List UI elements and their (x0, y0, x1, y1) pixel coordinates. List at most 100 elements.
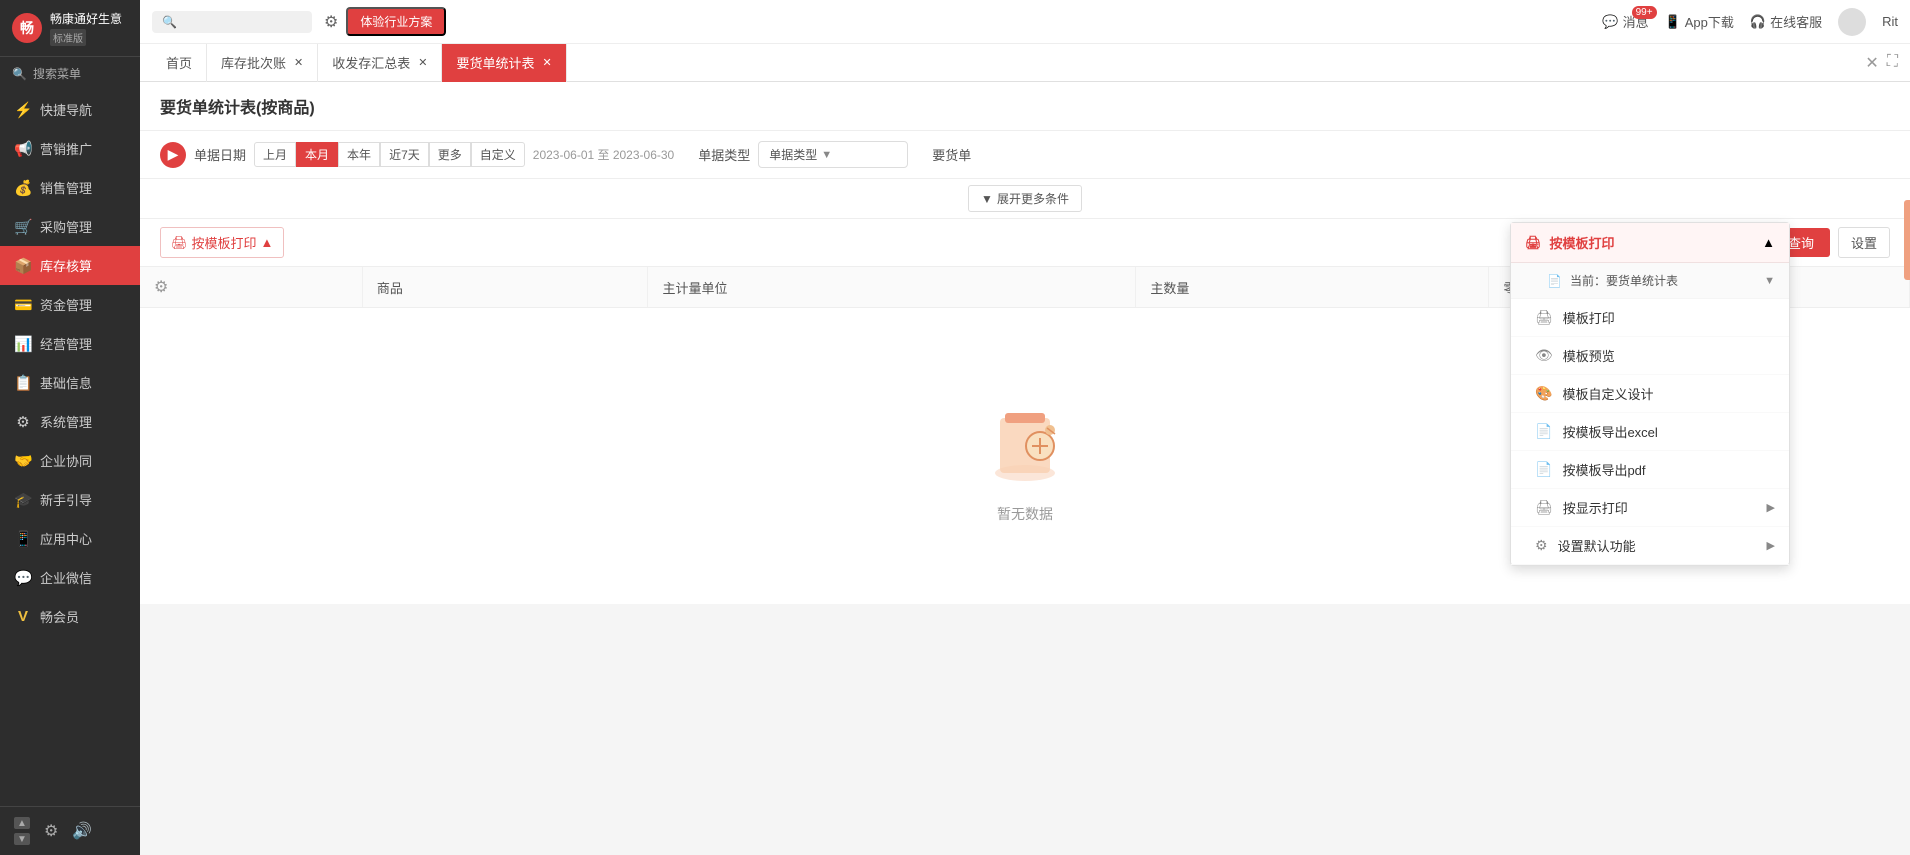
empty-text: 暂无数据 (997, 504, 1053, 524)
user-avatar[interactable] (1838, 8, 1866, 36)
date-prev-month[interactable]: 上月 (254, 142, 296, 167)
tab-batch-accounts-label: 库存批次账 (221, 53, 286, 72)
base-info-icon: 📋 (14, 374, 32, 392)
tab-order-summary-label: 要货单统计表 (456, 53, 534, 72)
topbar-settings-icon[interactable]: ⚙ (324, 12, 338, 32)
footer-settings-icon[interactable]: ⚙ (44, 821, 58, 841)
promo-button[interactable]: 体验行业方案 (346, 7, 446, 36)
template-custom-design-icon: 🎨 (1535, 385, 1552, 402)
print-button[interactable]: 🖨 按模板打印 ▲ (160, 227, 284, 258)
sidebar-item-finance[interactable]: 💳 资金管理 (0, 285, 140, 324)
sidebar-nav: ⚡ 快捷导航 📢 营销推广 💰 销售管理 🛒 采购管理 📦 库存核算 💳 资金管… (0, 90, 140, 806)
purchase-icon: 🛒 (14, 218, 32, 236)
topbar-search-box[interactable]: 🔍 (152, 11, 312, 33)
tab-receipt-summary[interactable]: 收发存汇总表 ✕ (318, 44, 442, 82)
tab-order-summary[interactable]: 要货单统计表 ✕ (442, 44, 566, 82)
dropdown-title: 按模板打印 (1550, 233, 1615, 252)
user-name[interactable]: Rit (1882, 14, 1898, 29)
app-download-button[interactable]: 📱 App下载 (1665, 12, 1734, 31)
sidebar-item-system[interactable]: ⚙ 系统管理 (0, 402, 140, 441)
expand-more-icon: ▼ (981, 192, 993, 206)
date-this-year[interactable]: 本年 (338, 142, 380, 167)
sidebar-item-base-info[interactable]: 📋 基础信息 (0, 363, 140, 402)
sidebar-item-label: 畅会员 (40, 607, 79, 626)
sidebar-footer: ▲ ▼ ⚙ 🔊 (0, 806, 140, 855)
template-custom-design-label: 模板自定义设计 (1562, 384, 1653, 403)
dropdown-header[interactable]: 🖨 按模板打印 ▲ (1511, 223, 1789, 263)
date-this-month[interactable]: 本月 (296, 142, 338, 167)
set-default-label: 设置默认功能 (1558, 536, 1636, 555)
table-settings-icon[interactable]: ⚙ (154, 279, 168, 296)
filter-expand-button[interactable]: ▶ (160, 142, 186, 168)
dropdown-template-custom-design[interactable]: 🎨 模板自定义设计 (1511, 375, 1789, 413)
inventory-icon: 📦 (14, 257, 32, 275)
date-buttons: 上月 本月 本年 近7天 更多 自定义 (254, 142, 525, 167)
dropdown-collapse-icon[interactable]: ▲ (1762, 235, 1775, 250)
tab-order-summary-close[interactable]: ✕ (543, 56, 552, 69)
date-more[interactable]: 更多 (429, 142, 471, 167)
message-icon: 💬 (1602, 14, 1618, 30)
scroll-down-arrow[interactable]: ▼ (14, 833, 30, 845)
sidebar-item-app-center[interactable]: 📱 应用中心 (0, 519, 140, 558)
sidebar: 畅 畅康通好生意 标准版 🔍 搜索菜单 ⚡ 快捷导航 📢 营销推广 💰 销售管理… (0, 0, 140, 855)
online-service-label: 在线客服 (1770, 12, 1822, 31)
scroll-up-arrow[interactable]: ▲ (14, 817, 30, 829)
resize-handle[interactable] (1904, 200, 1910, 280)
dropdown-set-default[interactable]: ⚙ 设置默认功能 ▶ (1511, 527, 1789, 565)
dropdown-display-print[interactable]: 🖨 按显示打印 ▶ (1511, 489, 1789, 527)
expand-more-label: 展开更多条件 (997, 190, 1069, 207)
date-custom[interactable]: 自定义 (471, 142, 525, 167)
sidebar-item-enterprise-wechat[interactable]: 💬 企业微信 (0, 558, 140, 597)
page-header: 要货单统计表(按商品) (140, 82, 1910, 131)
sidebar-item-sales[interactable]: 💰 销售管理 (0, 168, 140, 207)
sidebar-item-label: 销售管理 (40, 178, 92, 197)
sidebar-item-operation[interactable]: 📊 经营管理 (0, 324, 140, 363)
col-settings-header[interactable]: ⚙ (140, 267, 362, 308)
topbar: 🔍 ⚙ 体验行业方案 💬 消息 99+ 📱 App下载 🎧 在线客服 Rit (140, 0, 1910, 44)
dropdown-current-template[interactable]: 📄 当前：要货单统计表 ▼ (1511, 263, 1789, 299)
sidebar-item-inventory[interactable]: 📦 库存核算 (0, 246, 140, 285)
window-close-icon[interactable]: ✕ (1865, 53, 1878, 73)
footer-audio-icon[interactable]: 🔊 (72, 821, 92, 841)
settings-button[interactable]: 设置 (1838, 227, 1890, 258)
sidebar-item-label: 资金管理 (40, 295, 92, 314)
sidebar-item-label: 企业微信 (40, 568, 92, 587)
filter-bar: ▶ 单据日期 上月 本月 本年 近7天 更多 自定义 2023-06-01 至 … (140, 131, 1910, 179)
sidebar-item-newbie[interactable]: 🎓 新手引导 (0, 480, 140, 519)
display-print-label: 按显示打印 (1563, 498, 1628, 517)
topbar-right: 💬 消息 99+ 📱 App下载 🎧 在线客服 Rit (1602, 8, 1898, 36)
date-last-7-days[interactable]: 近7天 (380, 142, 429, 167)
sidebar-item-purchase[interactable]: 🛒 采购管理 (0, 207, 140, 246)
sidebar-item-vip[interactable]: V 畅会员 (0, 597, 140, 636)
online-service-button[interactable]: 🎧 在线客服 (1750, 12, 1822, 31)
sidebar-item-label: 库存核算 (40, 256, 92, 275)
tab-home[interactable]: 首页 (152, 44, 207, 82)
sidebar-item-cooperation[interactable]: 🤝 企业协同 (0, 441, 140, 480)
expand-more-button[interactable]: ▼ 展开更多条件 (968, 185, 1082, 212)
order-type-chevron: ▼ (821, 149, 832, 161)
newbie-icon: 🎓 (14, 491, 32, 509)
dropdown-template-export-excel[interactable]: 📄 按模板导出excel (1511, 413, 1789, 451)
dropdown-template-preview[interactable]: 👁 模板预览 (1511, 337, 1789, 375)
sidebar-item-label: 快捷导航 (40, 100, 92, 119)
dropdown-display-print-left: 🖨 按显示打印 (1535, 498, 1628, 517)
tab-receipt-summary-close[interactable]: ✕ (418, 56, 427, 69)
order-type-select[interactable]: 单据类型 ▼ (758, 141, 908, 168)
window-expand-icon[interactable]: ⛶ (1887, 53, 1898, 73)
order-type-value: 单据类型 (769, 146, 817, 163)
dropdown-template-export-pdf[interactable]: 📄 按模板导出pdf (1511, 451, 1789, 489)
tab-batch-accounts[interactable]: 库存批次账 ✕ (207, 44, 318, 82)
sidebar-search[interactable]: 🔍 搜索菜单 (0, 57, 140, 90)
sidebar-item-marketing[interactable]: 📢 营销推广 (0, 129, 140, 168)
set-default-chevron: ▶ (1767, 539, 1775, 552)
sidebar-item-label: 系统管理 (40, 412, 92, 431)
tab-receipt-summary-label: 收发存汇总表 (332, 53, 410, 72)
cooperation-icon: 🤝 (14, 452, 32, 470)
tab-home-label: 首页 (166, 53, 192, 72)
sidebar-item-quick-nav[interactable]: ⚡ 快捷导航 (0, 90, 140, 129)
app-download-label: App下载 (1685, 12, 1734, 31)
tab-batch-accounts-close[interactable]: ✕ (294, 56, 303, 69)
dropdown-template-print[interactable]: 🖨 模板打印 (1511, 299, 1789, 337)
messages-button[interactable]: 💬 消息 99+ (1602, 12, 1648, 31)
app-download-icon: 📱 (1665, 14, 1681, 30)
